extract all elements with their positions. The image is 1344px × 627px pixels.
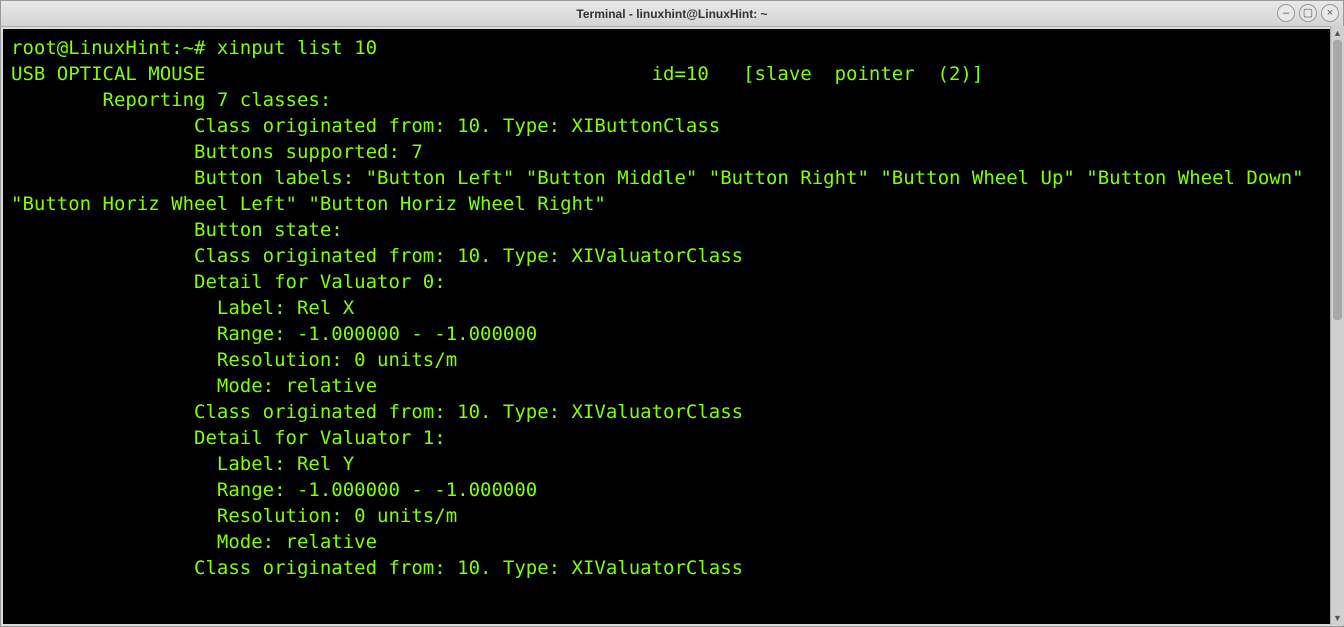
maximize-button[interactable]: ▢ [1299,4,1317,22]
terminal-window: Terminal - linuxhint@LinuxHint: ~ – ▢ × … [0,0,1344,627]
close-button[interactable]: × [1321,4,1339,22]
output-line: Mode: relative [11,529,1333,555]
output-line: Detail for Valuator 1: [11,425,1333,451]
reporting-line: Reporting 7 classes: [11,87,1333,113]
output-line: Detail for Valuator 0: [11,269,1333,295]
prompt-line: root@LinuxHint:~# xinput list 10 [11,35,1333,61]
output-line: Button state: [11,217,1333,243]
scrollbar-thumb[interactable] [1333,40,1342,320]
output-line: Label: Rel X [11,295,1333,321]
output-line: Class originated from: 10. Type: XIValua… [11,243,1333,269]
scrollbar[interactable]: ▲ ▼ [1330,26,1344,625]
window-title: Terminal - linuxhint@LinuxHint: ~ [1,7,1343,21]
output-line: Range: -1.000000 - -1.000000 [11,321,1333,347]
output-line: Range: -1.000000 - -1.000000 [11,477,1333,503]
command-text: xinput list 10 [217,37,377,59]
output-line: Class originated from: 10. Type: XIValua… [11,555,1333,581]
terminal-output[interactable]: root@LinuxHint:~# xinput list 10USB OPTI… [3,29,1341,624]
output-line: Button labels: "Button Left" "Button Mid… [11,165,1333,217]
output-lines: Class originated from: 10. Type: XIButto… [11,113,1333,581]
scroll-up-icon[interactable]: ▲ [1331,26,1344,40]
scroll-down-icon[interactable]: ▼ [1331,611,1344,625]
output-line: Label: Rel Y [11,451,1333,477]
output-line: Resolution: 0 units/m [11,503,1333,529]
device-line: USB OPTICAL MOUSE id=10 [slave pointer (… [11,61,1333,87]
output-line: Buttons supported: 7 [11,139,1333,165]
prompt: root@LinuxHint:~# [11,37,205,59]
output-line: Class originated from: 10. Type: XIButto… [11,113,1333,139]
output-line: Class originated from: 10. Type: XIValua… [11,399,1333,425]
output-line: Resolution: 0 units/m [11,347,1333,373]
window-controls: – ▢ × [1277,4,1339,22]
minimize-button[interactable]: – [1277,4,1295,22]
output-line: Mode: relative [11,373,1333,399]
titlebar[interactable]: Terminal - linuxhint@LinuxHint: ~ – ▢ × [1,1,1343,27]
